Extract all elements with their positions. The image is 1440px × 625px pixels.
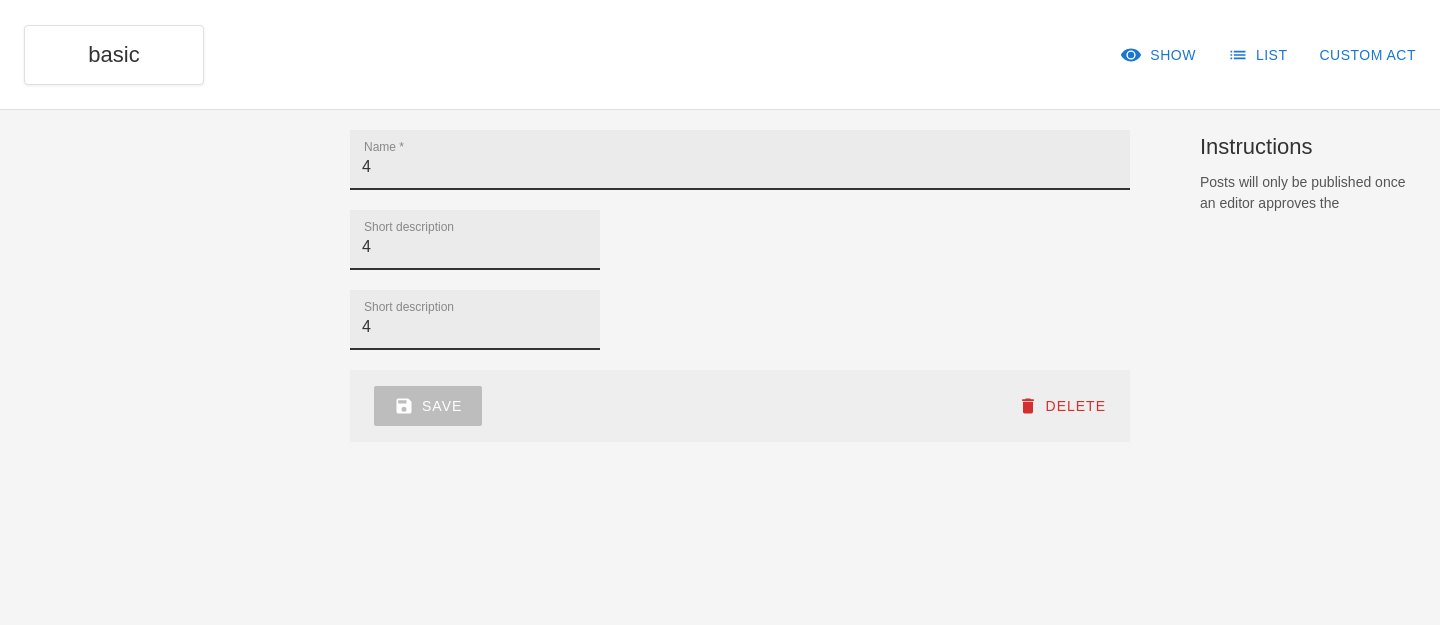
short-desc-2-wrapper: Short description: [350, 290, 600, 350]
list-link[interactable]: LIST: [1228, 45, 1288, 65]
form-container: Name * Short description Short descripti…: [350, 130, 1150, 442]
form-area: Name * Short description Short descripti…: [0, 110, 1180, 625]
svg-point-0: [1128, 51, 1134, 57]
name-label: Name *: [362, 140, 1118, 154]
name-field-wrapper: Name *: [350, 130, 1130, 190]
instructions-text: Posts will only be published once an edi…: [1200, 172, 1420, 214]
list-label: LIST: [1256, 47, 1288, 63]
eye-icon: [1120, 44, 1142, 66]
instructions-panel: Instructions Posts will only be publishe…: [1180, 110, 1440, 625]
delete-label: DELETE: [1046, 398, 1106, 414]
short-desc-1-label: Short description: [362, 220, 588, 234]
trash-icon: [1018, 396, 1038, 416]
short-desc-2-group: Short description: [350, 290, 1150, 350]
delete-button[interactable]: DELETE: [1018, 396, 1106, 416]
short-desc-2-label: Short description: [362, 300, 588, 314]
name-field-group: Name *: [350, 130, 1150, 190]
save-label: SAVE: [422, 398, 462, 414]
action-bar: SAVE DELETE: [350, 370, 1130, 442]
list-icon: [1228, 45, 1248, 65]
name-input[interactable]: [362, 158, 1118, 176]
show-label: SHOW: [1150, 47, 1196, 63]
show-link[interactable]: SHOW: [1120, 44, 1196, 66]
custom-act-link[interactable]: CUSTOM ACT: [1319, 47, 1416, 63]
short-desc-1-wrapper: Short description: [350, 210, 600, 270]
short-desc-2-input[interactable]: [362, 318, 588, 336]
basic-label: basic: [88, 42, 139, 67]
main-content: Name * Short description Short descripti…: [0, 110, 1440, 625]
short-desc-1-group: Short description: [350, 210, 1150, 270]
save-button[interactable]: SAVE: [374, 386, 482, 426]
instructions-title: Instructions: [1200, 134, 1420, 160]
top-bar: basic SHOW LIST CUSTOM ACT: [0, 0, 1440, 110]
basic-card: basic: [24, 25, 204, 85]
floppy-icon: [394, 396, 414, 416]
top-bar-actions: SHOW LIST CUSTOM ACT: [1120, 44, 1416, 66]
short-desc-1-input[interactable]: [362, 238, 588, 256]
